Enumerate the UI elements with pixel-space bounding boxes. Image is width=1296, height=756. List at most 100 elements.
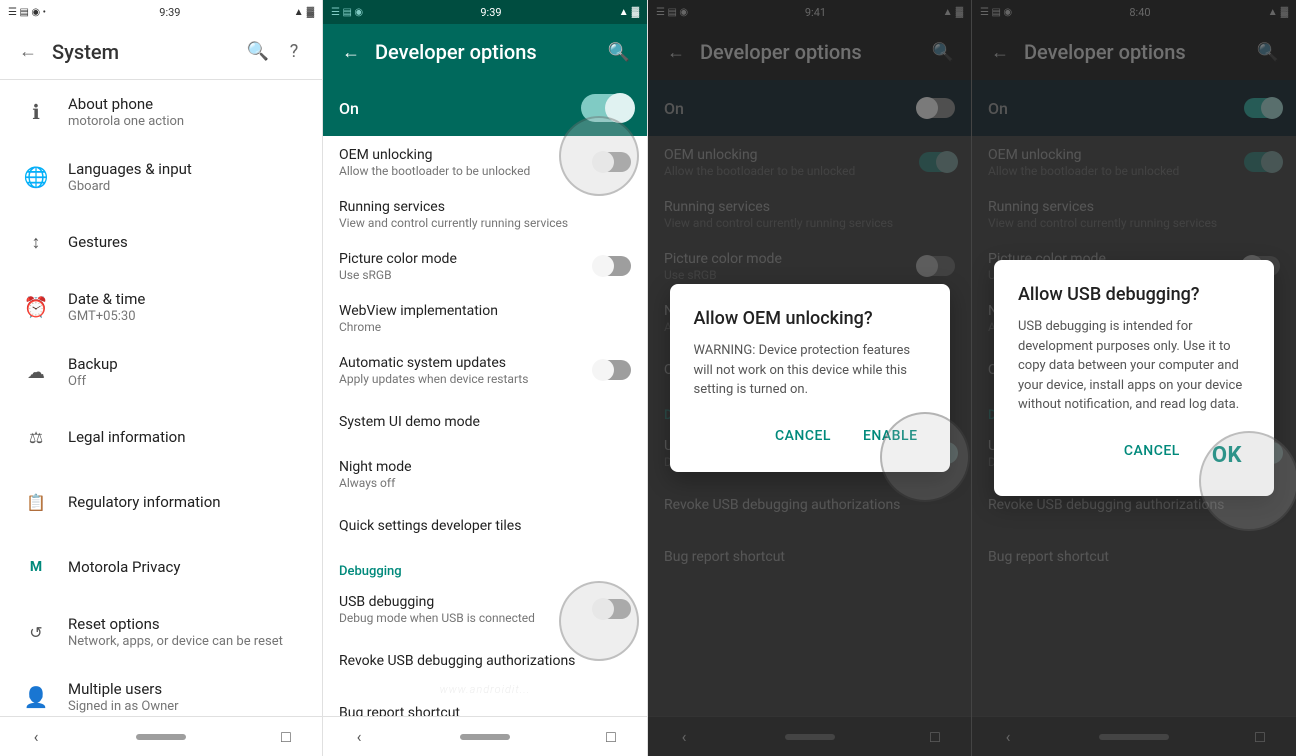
uidemo-title: System UI demo mode [339,414,631,430]
running-subtitle: View and control currently running servi… [339,216,631,230]
uidemo-text: System UI demo mode [339,414,631,430]
settings-item-gestures[interactable]: ↕ Gestures [0,210,322,275]
running-text: Running services View and control curren… [339,199,631,230]
status-icons-right-2: ▲ ▓ [619,7,639,18]
wifi-icon-2: ▲ [619,7,629,18]
usb-toggle[interactable] [595,599,631,619]
colormode-text: Picture color mode Use sRGB [339,251,595,282]
back-button-2[interactable]: ← [339,40,363,64]
oem-dialog-message: WARNING: Device protection features will… [694,341,926,400]
dev-item-colormode[interactable]: Picture color mode Use sRGB [323,240,647,292]
usb-title: USB debugging [339,594,595,610]
autoupdates-title: Automatic system updates [339,355,595,371]
back-nav-2[interactable]: ‹ [347,725,371,749]
nightmode-subtitle: Always off [339,476,631,490]
on-toggle-2[interactable] [581,94,631,122]
regulatory-text: Regulatory information [68,493,306,511]
settings-item-regulatory[interactable]: 📋 Regulatory information [0,470,322,535]
usb-dialog-title: Allow USB debugging? [1018,284,1250,305]
home-pill-2[interactable] [460,734,510,740]
watermark-2: www.androidit... [323,683,647,696]
datetime-title: Date & time [68,290,306,308]
colormode-subtitle: Use sRGB [339,268,595,282]
usb-cancel-button[interactable]: Cancel [1116,439,1188,472]
recents-nav-1[interactable]: □ [274,725,298,749]
notification-icons-1: ☰ ▤ ◉ • [8,7,46,18]
reset-title: Reset options [68,615,306,633]
dev-item-running[interactable]: Running services View and control curren… [323,188,647,240]
panel-oem-dialog: ☰ ▤ ◉ 9:41 ▲ ▓ ← Developer options 🔍 On … [648,0,972,756]
usb-dialog-message: USB debugging is intended for developmen… [1018,317,1250,415]
help-button-1[interactable]: ? [282,40,306,64]
bottom-nav-2: ‹ □ [323,716,647,756]
legal-icon: ⚖ [16,417,56,457]
colormode-toggle[interactable] [595,256,631,276]
back-button-1[interactable]: ← [16,40,40,64]
dev-item-uidemo[interactable]: System UI demo mode [323,396,647,448]
oem-dialog-overlay: Allow OEM unlocking? WARNING: Device pro… [648,0,971,756]
home-pill-1[interactable] [136,734,186,740]
dev-item-webview[interactable]: WebView implementation Chrome [323,292,647,344]
legal-title: Legal information [68,428,306,446]
settings-item-datetime[interactable]: ⏰ Date & time GMT+05:30 [0,275,322,340]
time-2: 9:39 [480,6,501,19]
about-text: About phone motorola one action [68,95,306,129]
oem-dialog: Allow OEM unlocking? WARNING: Device pro… [670,284,950,472]
about-subtitle: motorola one action [68,114,306,129]
wifi-icon-1: ▲ [294,7,304,18]
usb-dialog: Allow USB debugging? USB debugging is in… [994,260,1274,496]
usb-text: USB debugging Debug mode when USB is con… [339,594,595,625]
panel-system-settings: ☰ ▤ ◉ • 9:39 ▲ ▓ ← System 🔍 ? ℹ About ph… [0,0,323,756]
legal-text: Legal information [68,428,306,446]
appbar-1: ← System 🔍 ? [0,24,322,80]
settings-item-about[interactable]: ℹ About phone motorola one action [0,80,322,145]
settings-item-legal[interactable]: ⚖ Legal information [0,405,322,470]
reset-text: Reset options Network, apps, or device c… [68,615,306,649]
oem-title: OEM unlocking [339,147,595,163]
colormode-title: Picture color mode [339,251,595,267]
dev-item-oem[interactable]: OEM unlocking Allow the bootloader to be… [323,136,647,188]
dev-item-usb[interactable]: USB debugging Debug mode when USB is con… [323,583,647,635]
recents-nav-2[interactable]: □ [599,725,623,749]
oem-cancel-button[interactable]: Cancel [767,424,839,448]
settings-list-1: ℹ About phone motorola one action 🌐 Lang… [0,80,322,716]
search-button-2[interactable]: 🔍 [607,40,631,64]
settings-item-backup[interactable]: ☁ Backup Off [0,340,322,405]
back-nav-1[interactable]: ‹ [24,725,48,749]
bugreport-title: Bug report shortcut [339,705,631,716]
battery-icon-1: ▓ [307,7,314,18]
regulatory-icon: 📋 [16,482,56,522]
oem-dialog-title: Allow OEM unlocking? [694,308,926,329]
status-bar-1: ☰ ▤ ◉ • 9:39 ▲ ▓ [0,0,322,24]
regulatory-title: Regulatory information [68,493,306,511]
quicktiles-title: Quick settings developer tiles [339,518,631,534]
privacy-title: Motorola Privacy [68,558,306,576]
languages-title: Languages & input [68,160,306,178]
dev-item-quicktiles[interactable]: Quick settings developer tiles [323,500,647,552]
status-bar-2: ☰ ▤ ◉ 9:39 ▲ ▓ [323,0,647,24]
gestures-icon: ↕ [16,222,56,262]
settings-item-languages[interactable]: 🌐 Languages & input Gboard [0,145,322,210]
gestures-title: Gestures [68,233,306,251]
oem-toggle[interactable] [595,152,631,172]
panel-developer-options: ☰ ▤ ◉ 9:39 ▲ ▓ ← Developer options 🔍 On … [323,0,648,756]
autoupdates-toggle[interactable] [595,360,631,380]
datetime-icon: ⏰ [16,287,56,327]
autoupdates-text: Automatic system updates Apply updates w… [339,355,595,386]
about-icon: ℹ [16,92,56,132]
dev-item-nightmode[interactable]: Night mode Always off [323,448,647,500]
settings-item-users[interactable]: 👤 Multiple users Signed in as Owner [0,665,322,716]
search-button-1[interactable]: 🔍 [246,40,270,64]
on-toggle-row-2: On [323,80,647,136]
dev-item-revoke[interactable]: Revoke USB debugging authorizations [323,635,647,687]
appbar-title-1: System [52,40,234,64]
notification-icons-2: ☰ ▤ ◉ [331,7,363,18]
dev-options-list-2: OEM unlocking Allow the bootloader to be… [323,136,647,716]
panel-usb-dialog: ☰ ▤ ◉ 8:40 ▲ ▓ ← Developer options 🔍 On … [972,0,1296,756]
dev-item-autoupdates[interactable]: Automatic system updates Apply updates w… [323,344,647,396]
settings-item-reset[interactable]: ↺ Reset options Network, apps, or device… [0,600,322,665]
languages-subtitle: Gboard [68,179,306,194]
users-title: Multiple users [68,680,306,698]
settings-item-privacy[interactable]: M Motorola Privacy [0,535,322,600]
status-icons-left-2: ☰ ▤ ◉ [331,7,363,18]
